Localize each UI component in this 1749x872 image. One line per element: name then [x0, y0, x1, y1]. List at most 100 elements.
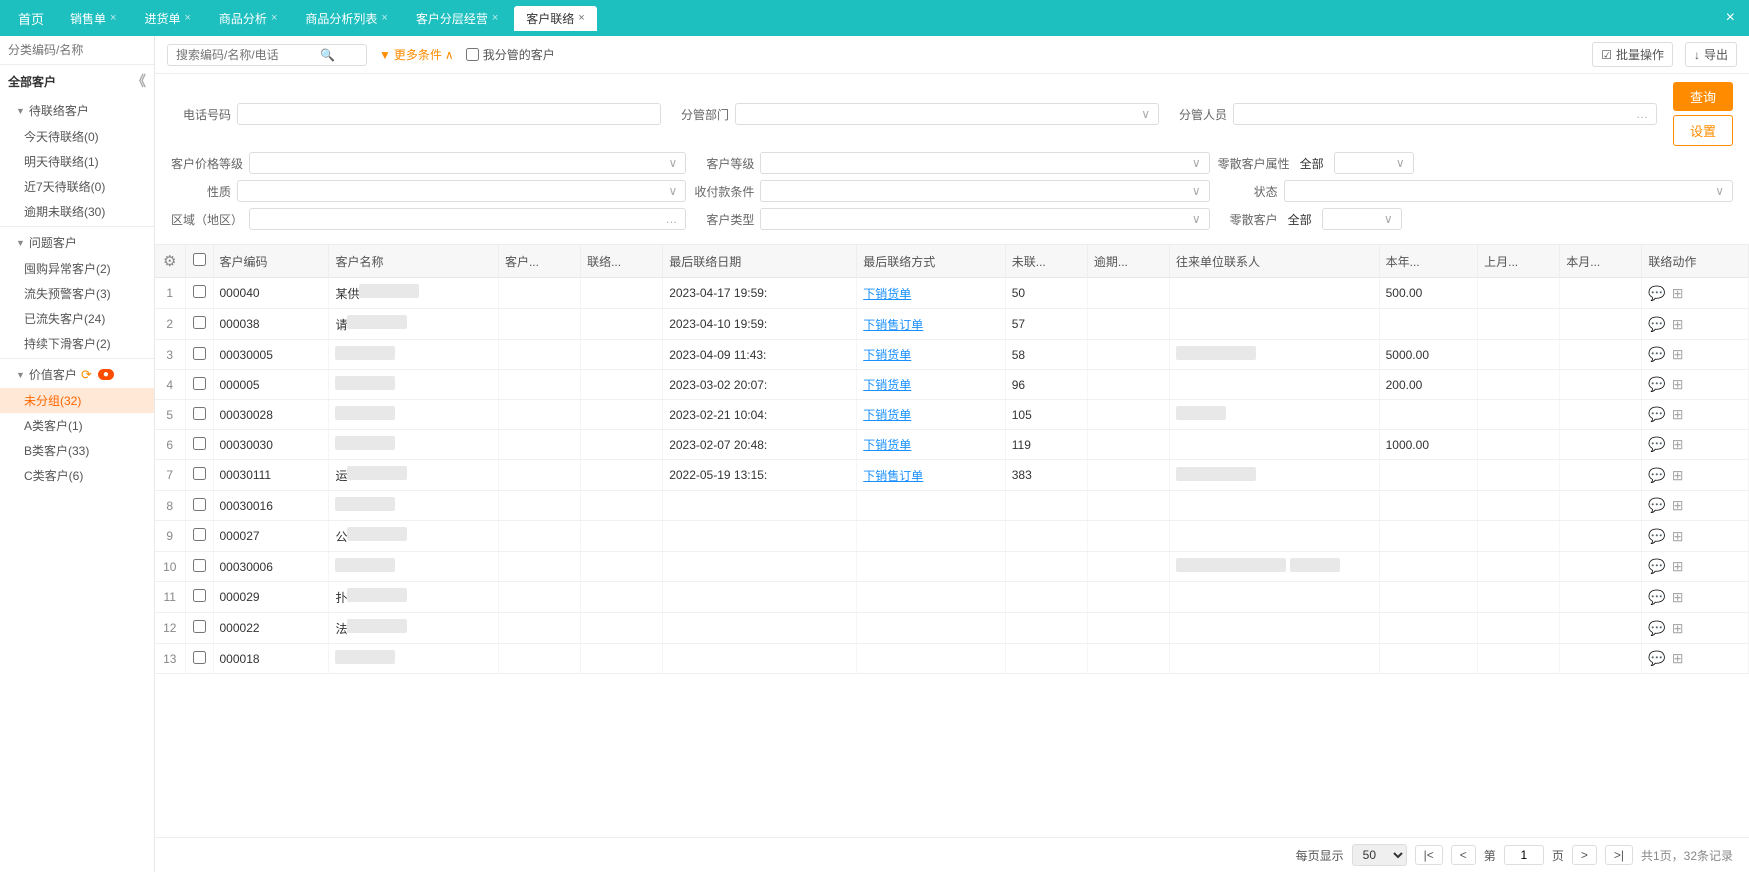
sidebar-item-c-class[interactable]: C类客户(6) — [0, 463, 154, 488]
th-settings[interactable]: ⚙ — [155, 245, 185, 278]
row-checkbox[interactable] — [193, 467, 206, 480]
close-purchase-tab[interactable]: × — [184, 12, 190, 24]
grid-icon[interactable]: ⊞ — [1672, 467, 1684, 484]
sidebar-item-7days[interactable]: 近7天待联络(0) — [0, 174, 154, 199]
my-customers-checkbox[interactable] — [466, 48, 479, 61]
grid-icon[interactable]: ⊞ — [1672, 650, 1684, 667]
row-checkbox[interactable] — [193, 498, 206, 511]
sidebar-search-input[interactable] — [8, 43, 155, 57]
grid-icon[interactable]: ⊞ — [1672, 316, 1684, 333]
nav-tab-customer-segment[interactable]: 客户分层经营 × — [404, 6, 510, 31]
chat-icon[interactable]: 💬 — [1648, 376, 1665, 393]
last-page-btn[interactable]: >| — [1605, 845, 1633, 865]
grid-icon[interactable]: ⊞ — [1672, 589, 1684, 606]
zero-attr-select[interactable]: ∨ — [1334, 152, 1414, 174]
row-checkbox[interactable] — [193, 651, 206, 664]
filter-search-input[interactable] — [176, 48, 316, 62]
sidebar-item-churned[interactable]: 已流失客户(24) — [0, 306, 154, 331]
chat-icon[interactable]: 💬 — [1648, 316, 1665, 333]
row-checkbox[interactable] — [193, 589, 206, 602]
sidebar-item-overdue[interactable]: 逾期未联络(30) — [0, 199, 154, 224]
grid-icon[interactable]: ⊞ — [1672, 285, 1684, 302]
row-checkbox[interactable] — [193, 620, 206, 633]
grid-icon[interactable]: ⊞ — [1672, 406, 1684, 423]
close-analysis-list-tab[interactable]: × — [381, 12, 387, 24]
row-checkbox[interactable] — [193, 377, 206, 390]
payment-select[interactable]: ∨ — [760, 180, 1209, 202]
chat-icon[interactable]: 💬 — [1648, 589, 1665, 606]
sidebar-item-today[interactable]: 今天待联络(0) — [0, 124, 154, 149]
nav-tab-analysis-list[interactable]: 商品分析列表 × — [293, 6, 399, 31]
chat-icon[interactable]: 💬 — [1648, 620, 1665, 637]
cell-link[interactable]: 下销售订单 — [863, 318, 923, 332]
grid-icon[interactable]: ⊞ — [1672, 346, 1684, 363]
customer-type-select[interactable]: ∨ — [760, 208, 1209, 230]
chat-icon[interactable]: 💬 — [1648, 528, 1665, 545]
cell-link[interactable]: 下销货单 — [863, 287, 911, 301]
row-checkbox[interactable] — [193, 528, 206, 541]
query-button[interactable]: 查询 — [1673, 82, 1733, 111]
cell-link[interactable]: 下销货单 — [863, 438, 911, 452]
filter-search-icon[interactable]: 🔍 — [320, 48, 335, 62]
row-checkbox[interactable] — [193, 285, 206, 298]
select-all-checkbox[interactable] — [193, 253, 206, 266]
row-checkbox[interactable] — [193, 437, 206, 450]
close-contact-tab[interactable]: × — [578, 12, 584, 24]
close-sales-tab[interactable]: × — [110, 12, 116, 24]
cell-link[interactable]: 下销货单 — [863, 348, 911, 362]
close-segment-tab[interactable]: × — [492, 12, 498, 24]
grid-icon[interactable]: ⊞ — [1672, 436, 1684, 453]
sidebar-item-churn-warning[interactable]: 流失预警客户(3) — [0, 281, 154, 306]
cell-link[interactable]: 下销货单 — [863, 378, 911, 392]
area-select[interactable]: … — [249, 208, 686, 230]
page-size-select[interactable]: 50 100 200 — [1352, 844, 1407, 866]
dept-select[interactable]: ∨ — [735, 103, 1159, 125]
chat-icon[interactable]: 💬 — [1648, 436, 1665, 453]
grid-icon[interactable]: ⊞ — [1672, 528, 1684, 545]
chat-icon[interactable]: 💬 — [1648, 497, 1665, 514]
nav-tab-sales[interactable]: 销售单 × — [58, 6, 128, 31]
status-select[interactable]: ∨ — [1284, 180, 1733, 202]
close-analysis-tab[interactable]: × — [271, 12, 277, 24]
nature-select[interactable]: ∨ — [237, 180, 686, 202]
sidebar-group-problem[interactable]: ▼ 问题客户 — [0, 229, 154, 256]
sidebar-item-ungroup[interactable]: 未分组(32) — [0, 388, 154, 413]
nav-home[interactable]: 首页 — [8, 5, 54, 32]
chat-icon[interactable]: 💬 — [1648, 467, 1665, 484]
grid-icon[interactable]: ⊞ — [1672, 376, 1684, 393]
sidebar-item-tomorrow[interactable]: 明天待联络(1) — [0, 149, 154, 174]
phone-input[interactable] — [237, 103, 661, 125]
sidebar-all-customers[interactable]: 全部客户 《 — [0, 65, 154, 97]
person-select[interactable]: … — [1233, 103, 1657, 125]
nav-tab-purchase[interactable]: 进货单 × — [132, 6, 202, 31]
grid-icon[interactable]: ⊞ — [1672, 497, 1684, 514]
chat-icon[interactable]: 💬 — [1648, 285, 1665, 302]
grid-icon[interactable]: ⊞ — [1672, 558, 1684, 575]
sidebar-group-pending[interactable]: ▼ 待联络客户 — [0, 97, 154, 124]
chat-icon[interactable]: 💬 — [1648, 406, 1665, 423]
export-btn[interactable]: ↓ 导出 — [1685, 42, 1737, 67]
chat-icon[interactable]: 💬 — [1648, 558, 1665, 575]
row-checkbox[interactable] — [193, 347, 206, 360]
refresh-icon[interactable]: ⟳ — [81, 367, 92, 383]
next-page-btn[interactable]: > — [1572, 845, 1597, 865]
chat-icon[interactable]: 💬 — [1648, 346, 1665, 363]
sidebar-item-b-class[interactable]: B类客户(33) — [0, 438, 154, 463]
sidebar-item-a-class[interactable]: A类客户(1) — [0, 413, 154, 438]
grid-icon[interactable]: ⊞ — [1672, 620, 1684, 637]
row-checkbox[interactable] — [193, 407, 206, 420]
cell-link[interactable]: 下销售订单 — [863, 469, 923, 483]
nav-tab-customer-contact[interactable]: 客户联络 × — [514, 6, 596, 31]
prev-page-btn[interactable]: < — [1451, 845, 1476, 865]
first-page-btn[interactable]: |< — [1415, 845, 1443, 865]
nav-close-all[interactable]: × — [1720, 7, 1741, 29]
sidebar-item-declining[interactable]: 持续下滑客户(2) — [0, 331, 154, 356]
batch-ops-btn[interactable]: ☑ 批量操作 — [1592, 42, 1673, 67]
row-checkbox[interactable] — [193, 316, 206, 329]
reset-button[interactable]: 设置 — [1673, 115, 1733, 146]
nav-tab-analysis[interactable]: 商品分析 × — [207, 6, 289, 31]
sidebar-item-hoarding[interactable]: 囤购异常客户(2) — [0, 256, 154, 281]
cell-link[interactable]: 下销货单 — [863, 408, 911, 422]
price-level-select[interactable]: ∨ — [249, 152, 686, 174]
row-checkbox[interactable] — [193, 559, 206, 572]
